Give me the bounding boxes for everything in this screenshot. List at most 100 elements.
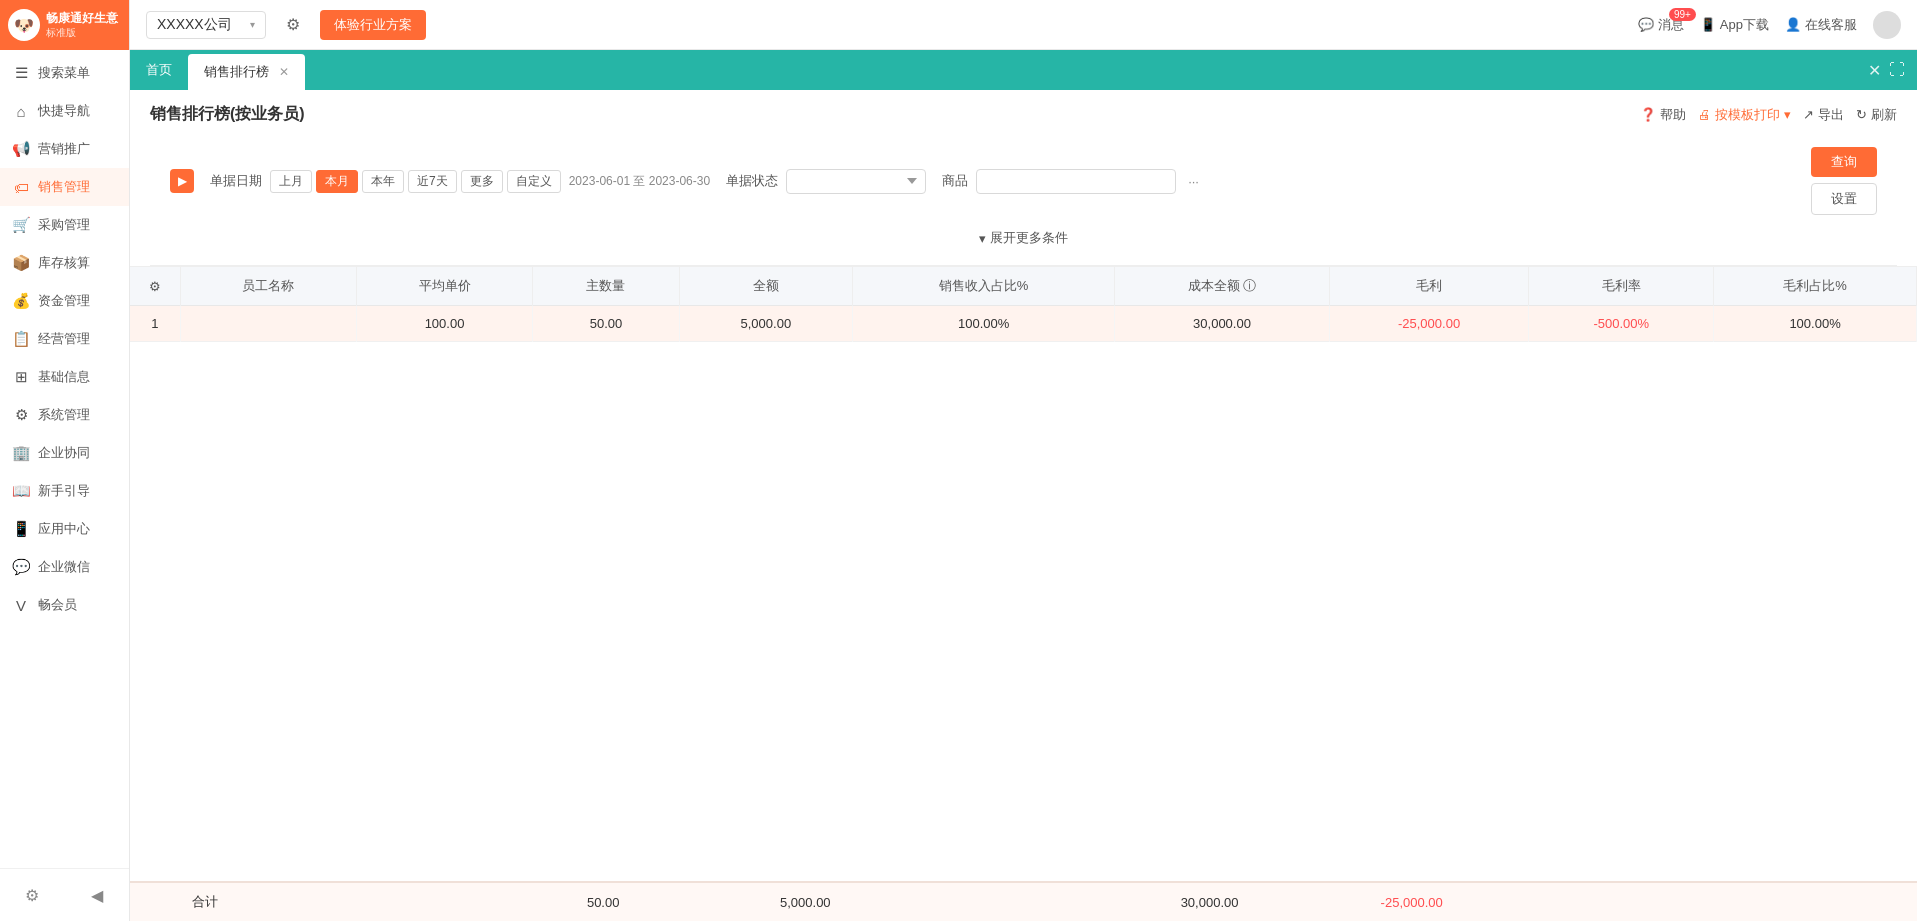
tab-close-window-icon[interactable]: ✕ (1868, 61, 1881, 80)
sidebar-item-finance[interactable]: 💰 资金管理 (0, 282, 129, 320)
sidebar-menu: ☰ 搜索菜单 ⌂ 快捷导航 📢 营销推广 🏷 销售管理 🛒 采购管理 📦 库存核… (0, 50, 129, 868)
shortcuts-icon: ⌂ (12, 103, 30, 120)
sidebar-item-inventory[interactable]: 📦 库存核算 (0, 244, 129, 282)
table-body: 1 100.00 50.00 5,000.00 100.00% 30,000.0… (130, 306, 1917, 342)
industry-button[interactable]: 体验行业方案 (320, 10, 426, 40)
col-qty: 主数量 (533, 267, 680, 306)
sidebar-label-apps: 应用中心 (38, 520, 90, 538)
date-filter-label: 单据日期 (210, 172, 262, 190)
sidebar-item-apps[interactable]: 📱 应用中心 (0, 510, 129, 548)
sidebar-item-search[interactable]: ☰ 搜索菜单 (0, 54, 129, 92)
sidebar-label-wechat: 企业微信 (38, 558, 90, 576)
tab-home[interactable]: 首页 (130, 50, 188, 90)
table-container: ⚙ 员工名称 平均单价 主数量 全额 销售收入占比% 成本全额 ⓘ 毛利 毛利率… (130, 267, 1917, 881)
apps-icon: 📱 (12, 520, 30, 538)
tab-sales-ranking[interactable]: 销售排行榜 ✕ (188, 54, 305, 90)
member-icon: V (12, 597, 30, 614)
company-selector[interactable]: XXXXX公司 ▾ (146, 11, 266, 39)
col-gross-rate: 毛利率 (1529, 267, 1714, 306)
print-button[interactable]: 🖨 按模板打印 ▾ (1698, 106, 1791, 124)
message-icon: 💬 (1638, 17, 1654, 32)
basic-icon: ⊞ (12, 368, 30, 386)
help-icon: ❓ (1640, 107, 1656, 122)
expand-conditions-button[interactable]: ▾ 展开更多条件 (170, 223, 1877, 253)
settings-icon[interactable]: ⚙ (278, 10, 308, 40)
sidebar-item-operations[interactable]: 📋 经营管理 (0, 320, 129, 358)
avatar[interactable] (1873, 11, 1901, 39)
help-button[interactable]: ❓ 帮助 (1640, 106, 1686, 124)
sidebar: 🐶 畅康通好生意 标准版 ☰ 搜索菜单 ⌂ 快捷导航 📢 营销推广 🏷 销售管理… (0, 0, 130, 921)
sidebar-item-sales[interactable]: 🏷 销售管理 (0, 168, 129, 206)
page-actions: ❓ 帮助 🖨 按模板打印 ▾ ↗ 导出 ↻ 刷新 (1640, 106, 1897, 124)
status-select[interactable] (786, 169, 926, 194)
status-filter-group: 单据状态 (726, 169, 926, 194)
print-icon: 🖨 (1698, 107, 1711, 122)
last-7days-btn[interactable]: 近7天 (408, 170, 457, 193)
status-filter-label: 单据状态 (726, 172, 778, 190)
sidebar-item-guide[interactable]: 📖 新手引导 (0, 472, 129, 510)
service-icon: 👤 (1785, 17, 1801, 32)
operations-icon: 📋 (12, 330, 30, 348)
sidebar-item-wechat[interactable]: 💬 企业微信 (0, 548, 129, 586)
goods-input[interactable] (976, 169, 1176, 194)
cell-gross-pct: 100.00% (1714, 306, 1917, 342)
col-avg-price: 平均单价 (356, 267, 532, 306)
page-title: 销售排行榜(按业务员) (150, 104, 305, 125)
current-month-btn[interactable]: 本月 (316, 170, 358, 193)
system-icon: ⚙ (12, 406, 30, 424)
refresh-button[interactable]: ↻ 刷新 (1856, 106, 1897, 124)
cell-name (180, 306, 356, 342)
sidebar-label-search: 搜索菜单 (38, 64, 90, 82)
sidebar-label-guide: 新手引导 (38, 482, 90, 500)
sidebar-label-enterprise: 企业协同 (38, 444, 90, 462)
sidebar-label-marketing: 营销推广 (38, 140, 90, 158)
sidebar-label-finance: 资金管理 (38, 292, 90, 310)
header-right: 💬 消息 99+ 📱 App下载 👤 在线客服 (1638, 11, 1901, 39)
col-revenue-pct: 销售收入占比% (852, 267, 1114, 306)
expand-icon: ▾ (979, 231, 986, 246)
sidebar-item-basic[interactable]: ⊞ 基础信息 (0, 358, 129, 396)
sidebar-item-marketing[interactable]: 📢 营销推广 (0, 130, 129, 168)
sidebar-label-operations: 经营管理 (38, 330, 90, 348)
message-button[interactable]: 💬 消息 99+ (1638, 16, 1684, 34)
more-date-btn[interactable]: 更多 (461, 170, 503, 193)
query-button[interactable]: 查询 (1811, 147, 1877, 177)
goods-filter-label: 商品 (942, 172, 968, 190)
sidebar-label-shortcuts: 快捷导航 (38, 102, 90, 120)
settings-bottom-icon[interactable]: ⚙ (14, 877, 50, 913)
sidebar-item-system[interactable]: ⚙ 系统管理 (0, 396, 129, 434)
content-area: 销售排行榜(按业务员) ❓ 帮助 🖨 按模板打印 ▾ ↗ 导出 (130, 90, 1917, 921)
app-download-button[interactable]: 📱 App下载 (1700, 16, 1769, 34)
sidebar-item-enterprise[interactable]: 🏢 企业协同 (0, 434, 129, 472)
logo-line1: 畅康通好生意 (46, 10, 118, 27)
cell-qty: 50.00 (533, 306, 680, 342)
tab-maximize-icon[interactable]: ⛶ (1889, 61, 1905, 79)
cell-revenue-pct: 100.00% (852, 306, 1114, 342)
export-button[interactable]: ↗ 导出 (1803, 106, 1844, 124)
collapse-icon[interactable]: ◀ (79, 877, 115, 913)
settings-button[interactable]: 设置 (1811, 183, 1877, 215)
custom-date-btn[interactable]: 自定义 (507, 170, 561, 193)
current-year-btn[interactable]: 本年 (362, 170, 404, 193)
tab-close-icon[interactable]: ✕ (279, 65, 289, 79)
sidebar-logo: 🐶 畅康通好生意 标准版 (0, 0, 129, 50)
more-fields-icon[interactable]: ··· (1184, 174, 1203, 189)
finance-icon: 💰 (12, 292, 30, 310)
filter-collapse-arrow[interactable]: ▶ (170, 169, 194, 193)
cell-amount: 5,000.00 (679, 306, 852, 342)
marketing-icon: 📢 (12, 140, 30, 158)
col-gross-pct: 毛利占比% (1714, 267, 1917, 306)
message-badge: 99+ (1669, 8, 1696, 21)
tab-bar-right: ✕ ⛶ (1868, 61, 1917, 80)
enterprise-icon: 🏢 (12, 444, 30, 462)
filter-bar: ▶ 单据日期 上月 本月 本年 近7天 更多 自定义 2023-06-01 至 … (150, 135, 1897, 266)
sidebar-item-purchase[interactable]: 🛒 采购管理 (0, 206, 129, 244)
table-header-row: ⚙ 员工名称 平均单价 主数量 全额 销售收入占比% 成本全额 ⓘ 毛利 毛利率… (130, 267, 1917, 306)
table-footer: 合计 50.00 5,000.00 30,000.00 -25,000.00 (130, 881, 1917, 921)
cell-gross: -25,000.00 (1329, 306, 1529, 342)
cell-avg-price: 100.00 (356, 306, 532, 342)
online-service-button[interactable]: 👤 在线客服 (1785, 16, 1857, 34)
prev-month-btn[interactable]: 上月 (270, 170, 312, 193)
sidebar-item-shortcuts[interactable]: ⌂ 快捷导航 (0, 92, 129, 130)
sidebar-item-member[interactable]: V 畅会员 (0, 586, 129, 624)
